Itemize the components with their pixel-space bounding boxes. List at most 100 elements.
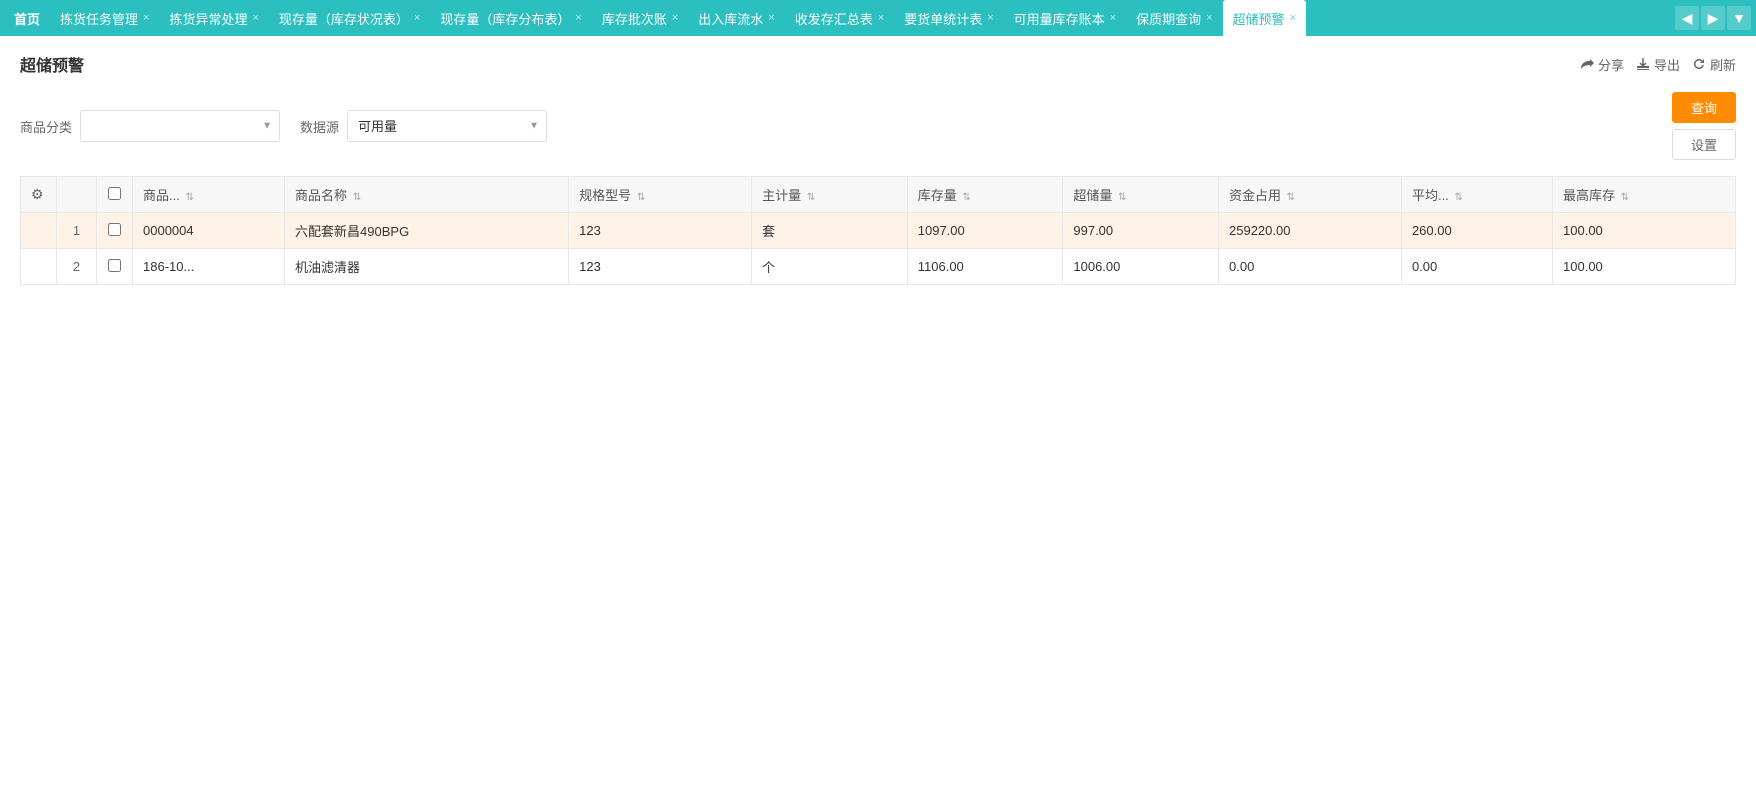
settings-gear-icon[interactable]: ⚙ xyxy=(31,186,44,202)
page-content: 超储预警 分享 导出 刷新 xyxy=(0,36,1756,800)
nav-tab-6[interactable]: 出入库流水 × xyxy=(688,0,784,36)
row-settings-0 xyxy=(21,213,57,249)
close-tab-5-icon[interactable]: × xyxy=(672,12,678,24)
export-button[interactable]: 导出 xyxy=(1636,55,1680,74)
nav-home[interactable]: 首页 xyxy=(4,0,50,36)
sort-avg-icon: ⇅ xyxy=(1454,192,1462,203)
row-unit-0: 套 xyxy=(752,213,908,249)
close-tab-8-icon[interactable]: × xyxy=(987,12,993,24)
row-unit-1: 个 xyxy=(752,249,908,285)
th-overstock[interactable]: 超储量 ⇅ xyxy=(1063,177,1219,213)
th-avg[interactable]: 平均... ⇅ xyxy=(1401,177,1552,213)
share-button[interactable]: 分享 xyxy=(1580,55,1624,74)
nav-tab-5[interactable]: 库存批次账 × xyxy=(592,0,688,36)
share-icon xyxy=(1580,57,1594,71)
table-header-row: ⚙ 商品... ⇅ 商品名称 ⇅ 规格型号 ⇅ xyxy=(21,177,1736,213)
header-actions: 分享 导出 刷新 xyxy=(1580,55,1736,74)
nav-arrow-right[interactable]: ▶ xyxy=(1701,6,1725,30)
datasource-select[interactable]: 可用量 xyxy=(347,110,547,142)
close-tab-1-icon[interactable]: × xyxy=(143,12,149,24)
row-index-1: 2 xyxy=(57,249,97,285)
th-stock[interactable]: 库存量 ⇅ xyxy=(907,177,1063,213)
close-tab-7-icon[interactable]: × xyxy=(878,12,884,24)
table-row: 2 186-10... 机油滤清器 123 个 1106.00 1006.00 … xyxy=(21,249,1736,285)
row-maxstock-1: 100.00 xyxy=(1553,249,1736,285)
nav-tab-11[interactable]: 超储预警 × xyxy=(1223,0,1306,36)
sort-overstock-icon: ⇅ xyxy=(1118,192,1126,203)
table-header: ⚙ 商品... ⇅ 商品名称 ⇅ 规格型号 ⇅ xyxy=(21,177,1736,213)
row-spec-1: 123 xyxy=(569,249,752,285)
sort-spec-icon: ⇅ xyxy=(637,192,645,203)
nav-tab-4[interactable]: 现存量（库存分布表） × xyxy=(430,0,591,36)
category-select[interactable] xyxy=(80,110,280,142)
row-settings-1 xyxy=(21,249,57,285)
table-body: 1 0000004 六配套新昌490BPG 123 套 1097.00 997.… xyxy=(21,213,1736,285)
th-settings[interactable]: ⚙ xyxy=(21,177,57,213)
row-index-0: 1 xyxy=(57,213,97,249)
data-table: ⚙ 商品... ⇅ 商品名称 ⇅ 规格型号 ⇅ xyxy=(20,176,1736,285)
nav-tab-7[interactable]: 收发存汇总表 × xyxy=(785,0,894,36)
sort-product-code-icon: ⇅ xyxy=(185,192,193,203)
nav-tab-8[interactable]: 要货单统计表 × xyxy=(894,0,1003,36)
row-product-name-0: 六配套新昌490BPG xyxy=(285,213,569,249)
datasource-label: 数据源 xyxy=(300,117,339,136)
category-label: 商品分类 xyxy=(20,117,72,136)
row-stock-0: 1097.00 xyxy=(907,213,1063,249)
row-checkbox-0[interactable] xyxy=(97,213,133,249)
close-tab-10-icon[interactable]: × xyxy=(1206,12,1212,24)
close-tab-2-icon[interactable]: × xyxy=(252,12,258,24)
nav-tab-9[interactable]: 可用量库存账本 × xyxy=(1004,0,1126,36)
close-tab-9-icon[interactable]: × xyxy=(1110,12,1116,24)
datasource-filter: 数据源 可用量 xyxy=(300,110,547,142)
row-maxstock-0: 100.00 xyxy=(1553,213,1736,249)
page-title: 超储预警 xyxy=(20,52,84,76)
top-nav: 首页 拣货任务管理 × 拣货异常处理 × 现存量（库存状况表） × 现存量（库存… xyxy=(0,0,1756,36)
th-index xyxy=(57,177,97,213)
th-maxstock[interactable]: 最高库存 ⇅ xyxy=(1553,177,1736,213)
row-checkbox-1[interactable] xyxy=(97,249,133,285)
refresh-icon xyxy=(1692,57,1706,71)
th-spec[interactable]: 规格型号 ⇅ xyxy=(569,177,752,213)
filter-row: 商品分类 数据源 可用量 查询 设置 xyxy=(20,92,1736,160)
page-header: 超储预警 分享 导出 刷新 xyxy=(20,52,1736,76)
th-product-code[interactable]: 商品... ⇅ xyxy=(133,177,285,213)
close-tab-3-icon[interactable]: × xyxy=(414,12,420,24)
close-tab-4-icon[interactable]: × xyxy=(575,12,581,24)
refresh-button[interactable]: 刷新 xyxy=(1692,55,1736,74)
th-unit[interactable]: 主计量 ⇅ xyxy=(752,177,908,213)
sort-product-name-icon: ⇅ xyxy=(353,192,361,203)
th-capital[interactable]: 资金占用 ⇅ xyxy=(1219,177,1402,213)
nav-arrows: ◀ ▶ ▼ xyxy=(1674,6,1752,30)
row-select-checkbox-0[interactable] xyxy=(108,223,121,236)
query-button[interactable]: 查询 xyxy=(1672,92,1736,123)
row-product-code-0: 0000004 xyxy=(133,213,285,249)
sort-unit-icon: ⇅ xyxy=(807,192,815,203)
close-tab-11-icon[interactable]: × xyxy=(1290,12,1296,24)
nav-tab-3[interactable]: 现存量（库存状况表） × xyxy=(269,0,430,36)
nav-tab-1[interactable]: 拣货任务管理 × xyxy=(50,0,159,36)
datasource-select-wrapper: 可用量 xyxy=(347,110,547,142)
th-product-name[interactable]: 商品名称 ⇅ xyxy=(285,177,569,213)
close-tab-6-icon[interactable]: × xyxy=(768,12,774,24)
row-product-code-1: 186-10... xyxy=(133,249,285,285)
sort-capital-icon: ⇅ xyxy=(1287,192,1295,203)
row-spec-0: 123 xyxy=(569,213,752,249)
category-filter: 商品分类 xyxy=(20,110,280,142)
row-select-checkbox-1[interactable] xyxy=(108,259,121,272)
row-overstock-1: 1006.00 xyxy=(1063,249,1219,285)
sort-stock-icon: ⇅ xyxy=(962,192,970,203)
select-all-checkbox[interactable] xyxy=(108,187,121,200)
filter-action-buttons: 查询 设置 xyxy=(1672,92,1736,160)
export-icon xyxy=(1636,57,1650,71)
nav-arrow-more[interactable]: ▼ xyxy=(1727,6,1751,30)
nav-arrow-left[interactable]: ◀ xyxy=(1675,6,1699,30)
row-overstock-0: 997.00 xyxy=(1063,213,1219,249)
th-checkbox[interactable] xyxy=(97,177,133,213)
table-row: 1 0000004 六配套新昌490BPG 123 套 1097.00 997.… xyxy=(21,213,1736,249)
nav-tab-10[interactable]: 保质期查询 × xyxy=(1126,0,1222,36)
category-select-wrapper xyxy=(80,110,280,142)
nav-tab-2[interactable]: 拣货异常处理 × xyxy=(159,0,268,36)
row-avg-0: 260.00 xyxy=(1401,213,1552,249)
setting-button[interactable]: 设置 xyxy=(1672,129,1736,160)
row-capital-1: 0.00 xyxy=(1219,249,1402,285)
